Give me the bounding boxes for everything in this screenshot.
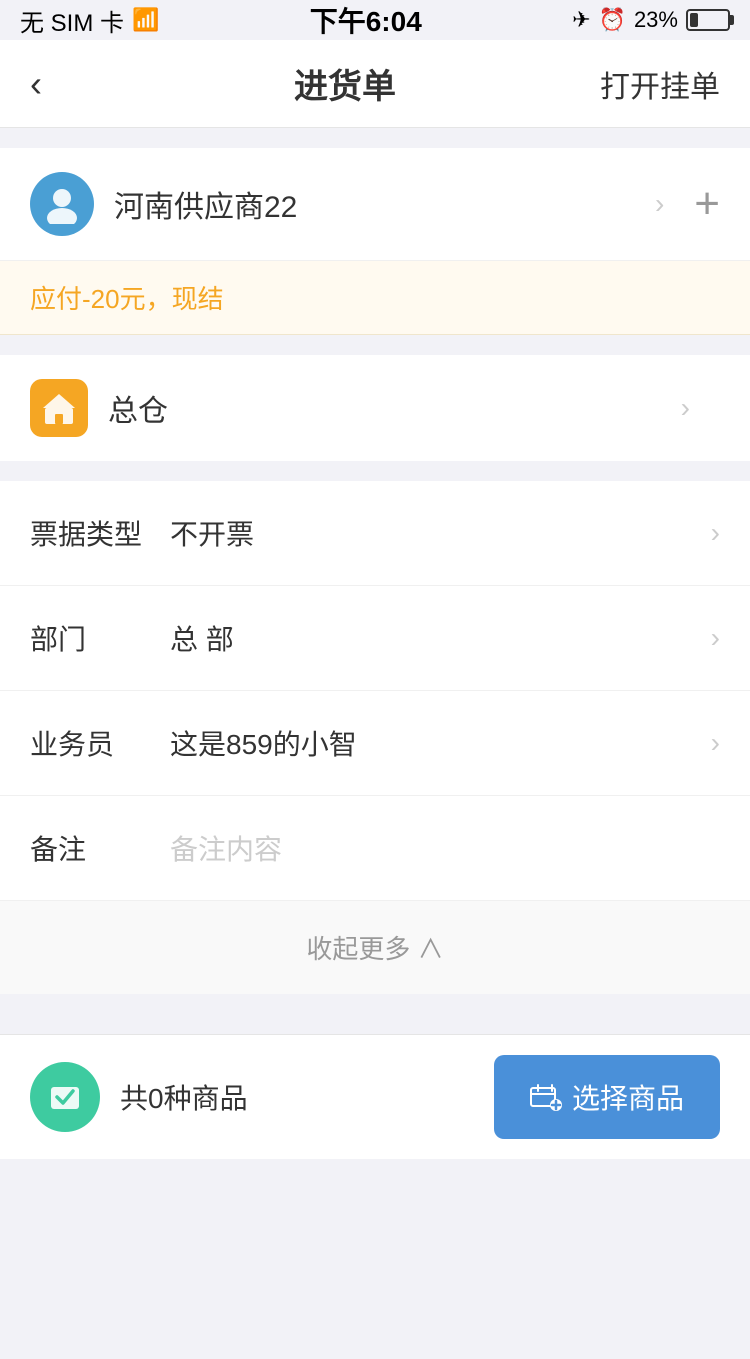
warehouse-section: 总仓 ›: [0, 355, 750, 461]
form-section: 票据类型 不开票 › 部门 总 部 › 业务员 这是859的小智 › 备注 备注…: [0, 481, 750, 994]
warehouse-name: 总仓: [108, 386, 681, 430]
status-right: ✈ ⏰ 23%: [572, 7, 730, 33]
open-pending-button[interactable]: 打开挂单: [600, 62, 720, 106]
product-icon-wrap: [30, 1062, 100, 1132]
department-chevron-icon: ›: [711, 622, 720, 654]
salesperson-chevron-icon: ›: [711, 727, 720, 759]
alarm-icon: ⏰: [599, 7, 626, 33]
supplier-row[interactable]: 河南供应商22 › +: [0, 148, 750, 261]
carrier-text: 无 SIM 卡: [20, 3, 124, 38]
section-gap-3: [0, 461, 750, 481]
collapse-button[interactable]: 收起更多 ∧: [0, 900, 750, 994]
department-row[interactable]: 部门 总 部 ›: [0, 585, 750, 690]
section-gap-1: [0, 128, 750, 148]
status-time: 下午6:04: [310, 0, 422, 40]
warehouse-chevron-icon: ›: [681, 392, 690, 424]
salesperson-value: 这是859的小智: [160, 723, 701, 763]
warehouse-row[interactable]: 总仓 ›: [0, 355, 750, 461]
battery-icon: [686, 9, 730, 31]
supplier-section: 河南供应商22 › + 应付-20元，现结: [0, 148, 750, 335]
section-gap-4: [0, 994, 750, 1014]
background-fill: [0, 1159, 750, 1359]
supplier-name: 河南供应商22: [114, 182, 655, 226]
notice-bar: 应付-20元，现结: [0, 261, 750, 335]
invoice-type-label: 票据类型: [30, 513, 160, 553]
notice-text: 应付-20元，现结: [30, 284, 224, 314]
warehouse-icon: [30, 379, 88, 437]
page-title: 进货单: [294, 59, 396, 108]
remark-label: 备注: [30, 828, 160, 868]
invoice-type-value: 不开票: [160, 513, 701, 553]
salesperson-label: 业务员: [30, 723, 160, 763]
section-gap-2: [0, 335, 750, 355]
add-supplier-button[interactable]: +: [694, 182, 720, 226]
back-button[interactable]: ‹: [30, 63, 90, 105]
wifi-icon: 📶: [132, 7, 159, 33]
department-value: 总 部: [160, 618, 701, 658]
department-label: 部门: [30, 618, 160, 658]
supplier-avatar: [30, 172, 94, 236]
location-icon: ✈: [572, 7, 590, 33]
remark-input[interactable]: 备注内容: [160, 828, 720, 868]
nav-bar: ‹ 进货单 打开挂单: [0, 40, 750, 128]
remark-row[interactable]: 备注 备注内容: [0, 795, 750, 900]
bottom-bar: 共0种商品 选择商品: [0, 1034, 750, 1159]
product-count-label: 共0种商品: [120, 1077, 494, 1117]
collapse-label: 收起更多 ∧: [306, 929, 443, 966]
invoice-chevron-icon: ›: [711, 517, 720, 549]
status-bar: 无 SIM 卡 📶 下午6:04 ✈ ⏰ 23%: [0, 0, 750, 40]
invoice-type-row[interactable]: 票据类型 不开票 ›: [0, 481, 750, 585]
select-product-label: 选择商品: [572, 1077, 684, 1117]
status-left: 无 SIM 卡 📶: [20, 3, 159, 38]
salesperson-row[interactable]: 业务员 这是859的小智 ›: [0, 690, 750, 795]
supplier-chevron-icon: ›: [655, 188, 664, 220]
select-product-button[interactable]: 选择商品: [494, 1055, 720, 1139]
battery-percent: 23%: [634, 7, 678, 33]
